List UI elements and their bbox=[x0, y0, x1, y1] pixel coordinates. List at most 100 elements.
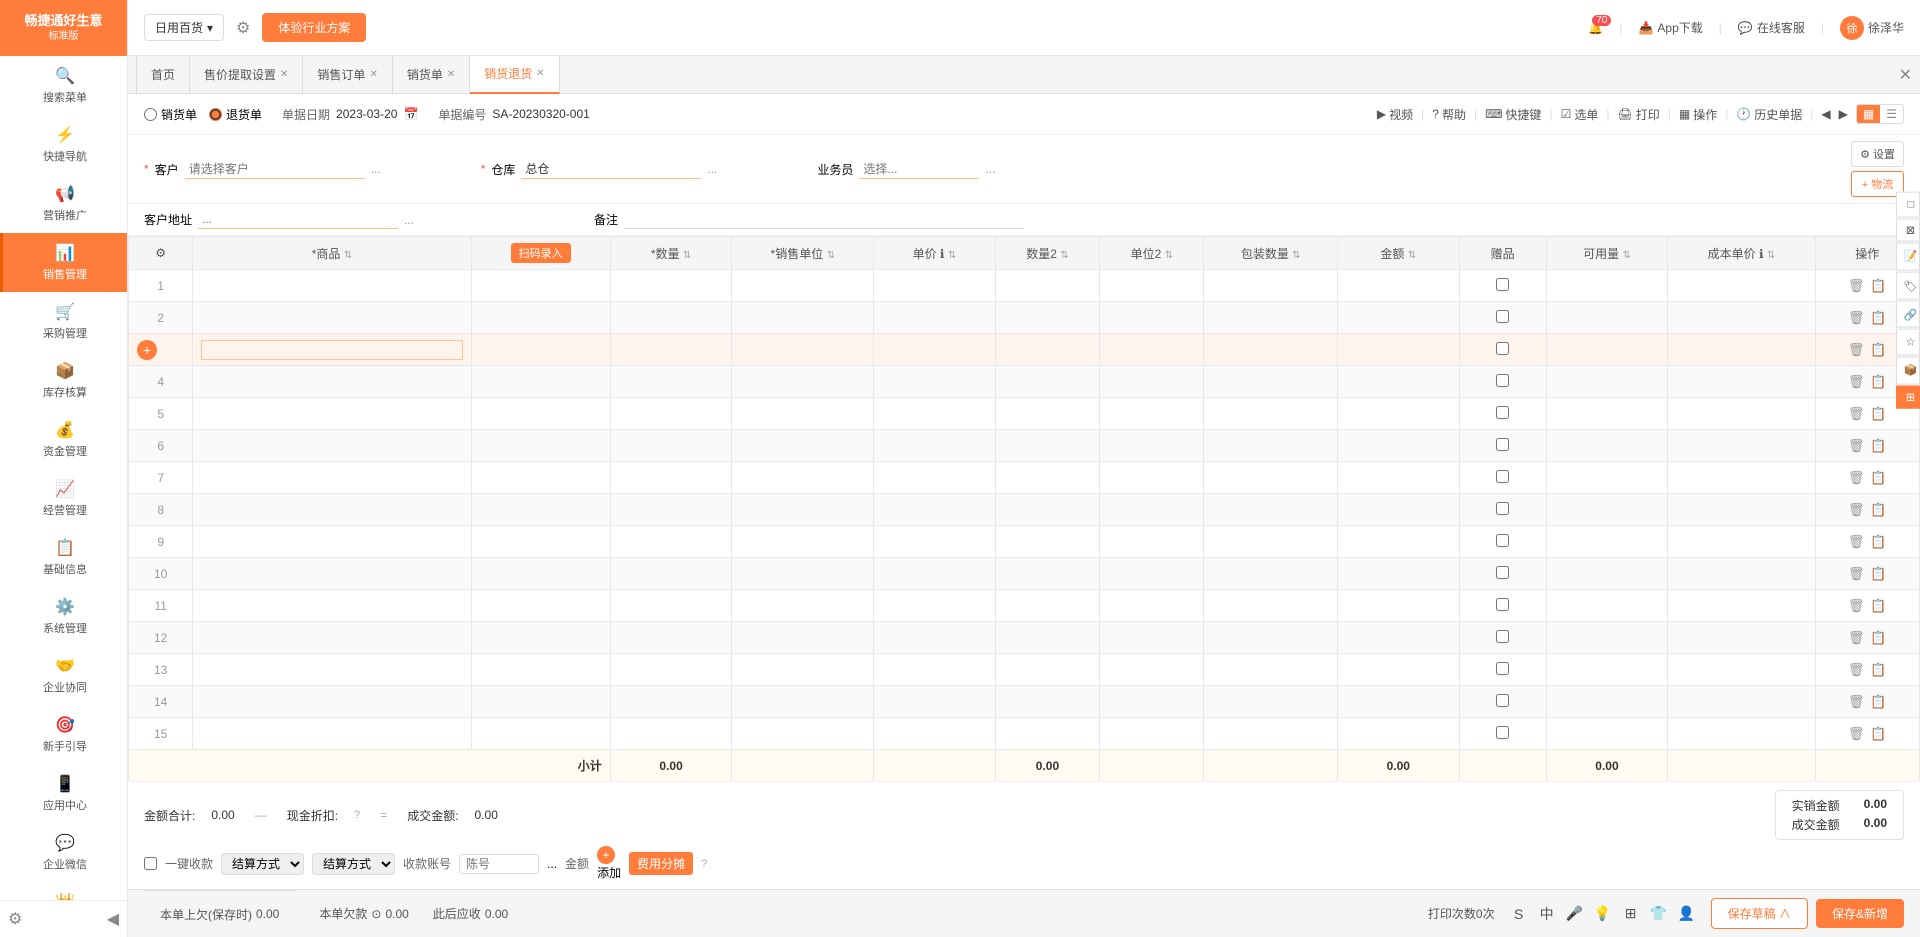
radio-sale[interactable]: 销货单 bbox=[144, 106, 197, 123]
copy-icon[interactable]: 📋 bbox=[1870, 598, 1886, 614]
copy-icon[interactable]: 📋 bbox=[1870, 566, 1886, 582]
copy-icon[interactable]: 📋 bbox=[1870, 438, 1886, 454]
gift-cell-3[interactable] bbox=[1459, 334, 1546, 366]
rf-btn-5[interactable]: 🔗 bbox=[1896, 300, 1920, 327]
available-cell-2[interactable] bbox=[1546, 302, 1668, 334]
sale-unit-cell-1[interactable] bbox=[732, 270, 874, 302]
cash-discount-help[interactable]: ? bbox=[354, 809, 360, 821]
available-cell-1[interactable] bbox=[1546, 270, 1668, 302]
rf-btn-7[interactable]: 📦 bbox=[1896, 357, 1920, 384]
video-btn[interactable]: ▶ 视频 bbox=[1377, 106, 1413, 123]
copy-icon[interactable]: 📋 bbox=[1870, 470, 1886, 486]
rf-btn-1[interactable]: □ bbox=[1896, 192, 1920, 218]
delete-icon[interactable]: 🗑 bbox=[1848, 406, 1865, 422]
delete-icon[interactable]: 🗑 bbox=[1848, 662, 1865, 678]
delete-icon[interactable]: 🗑 bbox=[1848, 566, 1865, 582]
experience-button[interactable]: 体验行业方案 bbox=[262, 13, 366, 42]
tab-sales-return-close[interactable]: ✕ bbox=[536, 68, 544, 79]
delete-icon[interactable]: 🗑 bbox=[1848, 694, 1865, 710]
unit2-cell-1[interactable] bbox=[1100, 270, 1204, 302]
sidebar-item-system[interactable]: ⚙️ 系统管理 bbox=[0, 587, 127, 646]
sidebar-item-inventory[interactable]: 📦 库存核算 bbox=[0, 351, 127, 410]
account-input[interactable] bbox=[459, 854, 539, 874]
sidebar-item-finance[interactable]: 💰 资金管理 bbox=[0, 410, 127, 469]
qty2-cell-2[interactable] bbox=[995, 302, 1099, 334]
header-gear-icon[interactable]: ⚙ bbox=[236, 18, 250, 38]
shortcut-btn[interactable]: ⌨ 快捷键 bbox=[1485, 106, 1541, 123]
toolbar-icon-7[interactable]: 👤 bbox=[1675, 902, 1699, 926]
tab-home[interactable]: 首页 bbox=[136, 56, 190, 94]
unit-price-cell-2[interactable] bbox=[874, 302, 996, 334]
product-cell-1[interactable] bbox=[193, 270, 471, 302]
user-profile[interactable]: 徐 徐泽华 bbox=[1840, 16, 1904, 40]
sale-unit-cell-2[interactable] bbox=[732, 302, 874, 334]
toolbar-icon-3[interactable]: 🎤 bbox=[1563, 902, 1587, 926]
rf-btn-8-active[interactable]: ⊞ bbox=[1896, 385, 1920, 408]
warehouse-dots[interactable]: ... bbox=[707, 162, 717, 176]
settings-bottom-icon[interactable]: ⚙ bbox=[8, 909, 22, 929]
print-btn[interactable]: 🖨 打印 bbox=[1617, 106, 1659, 123]
cost-price-cell-1[interactable] bbox=[1668, 270, 1815, 302]
customer-dots[interactable]: ... bbox=[371, 162, 381, 176]
product-cell-2[interactable] bbox=[193, 302, 471, 334]
toolbar-icon-6[interactable]: 👕 bbox=[1647, 902, 1671, 926]
history-btn[interactable]: 🕐 历史单据 bbox=[1736, 106, 1802, 123]
grid-view-btn[interactable]: ▦ bbox=[1857, 105, 1880, 123]
notice-bell[interactable]: 🔔 70 bbox=[1588, 21, 1603, 35]
sidebar-item-search[interactable]: 🔍 搜索菜单 bbox=[0, 56, 127, 115]
copy-row-2-icon[interactable]: 📋 bbox=[1870, 310, 1886, 326]
sidebar-item-purchase[interactable]: 🛒 采购管理 bbox=[0, 292, 127, 351]
help-btn[interactable]: ? 帮助 bbox=[1432, 106, 1466, 123]
copy-icon[interactable]: 📋 bbox=[1870, 406, 1886, 422]
tab-price-close[interactable]: ✕ bbox=[280, 69, 288, 80]
sidebar-item-shortcuts[interactable]: ⚡ 快捷导航 bbox=[0, 115, 127, 174]
delete-icon[interactable]: 🗑 bbox=[1848, 630, 1865, 646]
prev-record-btn[interactable]: ◀ bbox=[1821, 107, 1830, 121]
toolbar-icon-5[interactable]: ⊞ bbox=[1619, 902, 1643, 926]
unit-price-cell-3[interactable] bbox=[874, 334, 996, 366]
sidebar-item-marketing[interactable]: 📢 营销推广 bbox=[0, 174, 127, 233]
rf-btn-3[interactable]: 📝 bbox=[1896, 243, 1920, 270]
next-record-btn[interactable]: ▶ bbox=[1839, 107, 1848, 121]
amount-cell-2[interactable] bbox=[1337, 302, 1459, 334]
settlement-select[interactable]: 结算方式 bbox=[221, 853, 304, 875]
select-btn[interactable]: ☑ 选单 bbox=[1561, 106, 1599, 123]
cost-price-cell-3[interactable] bbox=[1668, 334, 1815, 366]
sidebar-item-enterprise[interactable]: 🤝 企业协同 bbox=[0, 646, 127, 705]
unit-price-cell-1[interactable] bbox=[874, 270, 996, 302]
warehouse-input[interactable] bbox=[521, 160, 701, 179]
sidebar-item-guide[interactable]: 🎯 新手引导 bbox=[0, 705, 127, 764]
rf-btn-4[interactable]: 🏷 bbox=[1896, 271, 1920, 299]
copy-row-1-icon[interactable]: 📋 bbox=[1870, 278, 1886, 294]
delete-icon[interactable]: 🗑 bbox=[1848, 470, 1865, 486]
add-payment-btn[interactable]: + bbox=[597, 846, 615, 864]
delete-icon[interactable]: 🗑 bbox=[1848, 534, 1865, 550]
gift-cell-1[interactable] bbox=[1459, 270, 1546, 302]
one-click-checkbox[interactable] bbox=[144, 857, 157, 870]
list-view-btn[interactable]: ☰ bbox=[1880, 105, 1903, 123]
save-draft-btn[interactable]: 保存草稿 ∧ bbox=[1711, 898, 1808, 929]
amount-cell-3[interactable] bbox=[1337, 334, 1459, 366]
delete-icon[interactable]: 🗑 bbox=[1848, 374, 1865, 390]
settings-btn[interactable]: ⚙ 设置 bbox=[1851, 141, 1904, 167]
copy-icon[interactable]: 📋 bbox=[1870, 502, 1886, 518]
address-dots[interactable]: ... bbox=[404, 213, 414, 227]
qty-cell-2[interactable] bbox=[610, 302, 732, 334]
collapse-icon[interactable]: ◀ bbox=[107, 909, 119, 929]
pkg-qty-cell-1[interactable] bbox=[1204, 270, 1337, 302]
tab-sales-return[interactable]: 销货退货 ✕ bbox=[470, 56, 559, 94]
salesperson-input[interactable] bbox=[859, 160, 979, 179]
account-dots[interactable]: ... bbox=[547, 857, 557, 871]
pkg-qty-cell-3[interactable] bbox=[1204, 334, 1337, 366]
scan-btn[interactable]: 扫码录入 bbox=[511, 243, 571, 263]
copy-icon[interactable]: 📋 bbox=[1870, 630, 1886, 646]
fee-split-btn[interactable]: 费用分摊 bbox=[629, 852, 693, 875]
tab-sales[interactable]: 销货单 ✕ bbox=[393, 56, 470, 94]
amount-cell-1[interactable] bbox=[1337, 270, 1459, 302]
delete-icon[interactable]: 🗑 bbox=[1848, 438, 1865, 454]
rf-btn-6[interactable]: ☆ bbox=[1896, 329, 1920, 356]
radio-return[interactable]: 退货单 bbox=[209, 106, 262, 123]
radio-return-input[interactable] bbox=[209, 108, 222, 121]
qty-cell-3[interactable] bbox=[610, 334, 732, 366]
sidebar-item-basic[interactable]: 📋 基础信息 bbox=[0, 528, 127, 587]
